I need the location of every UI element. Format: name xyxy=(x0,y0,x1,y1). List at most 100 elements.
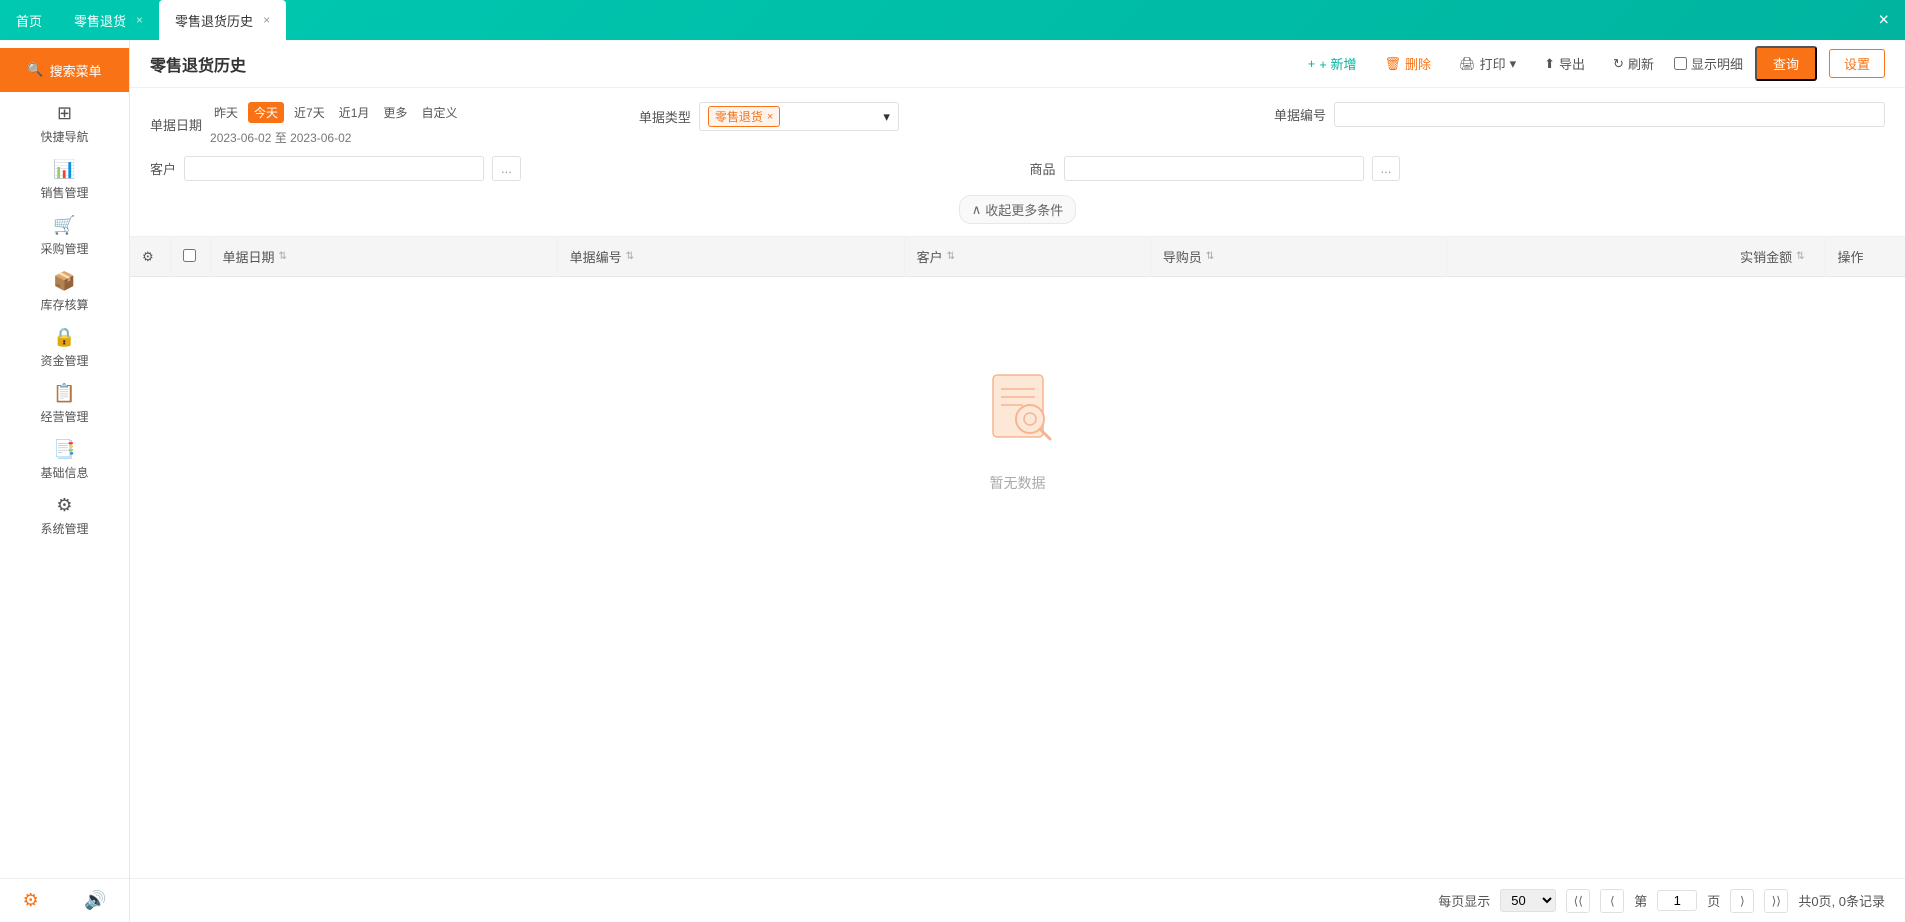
print-dropdown-icon: ▾ xyxy=(1510,56,1517,72)
doc-type-tag: 零售退货 × xyxy=(708,106,780,127)
sidebar-item-basic-info[interactable]: 📑 基础信息 xyxy=(6,434,123,486)
table-header: ⚙ 单据日期 ⇅ 单据编号 xyxy=(130,237,1905,277)
th-actions: 操作 xyxy=(1825,237,1905,277)
search-icon: 🔍 xyxy=(27,62,43,78)
top-bar: 首页 零售退货 × 零售退货历史 × × xyxy=(0,0,1905,40)
page-input[interactable] xyxy=(1657,890,1697,911)
select-all-checkbox[interactable] xyxy=(183,249,196,262)
settings-bottom-icon[interactable]: ⚙ xyxy=(23,890,39,911)
close-tab-retail-return[interactable]: × xyxy=(136,13,143,27)
pagination-bar: 每页显示 20 50 100 ⟨⟨ ⟨ 第 页 ⟩ ⟩⟩ 共0页, 0条记录 xyxy=(130,878,1905,922)
refresh-button[interactable]: ↻ 刷新 xyxy=(1605,50,1662,77)
date-range-text: 2023-06-02 至 2023-06-02 xyxy=(210,129,615,146)
customer-input[interactable] xyxy=(184,156,484,181)
sort-doc-no-icon: ⇅ xyxy=(626,251,634,262)
date-7days[interactable]: 近7天 xyxy=(290,102,329,123)
table-settings-icon[interactable]: ⚙ xyxy=(142,249,154,264)
finance-icon: 🔒 xyxy=(53,327,75,348)
table-area: ⚙ 单据日期 ⇅ 单据编号 xyxy=(130,237,1905,878)
page-header: 零售退货历史 + + 新增 🗑 删除 🖨 打印 ▾ ⬆ 导出 xyxy=(130,40,1905,88)
tab-retail-return[interactable]: 零售退货 × xyxy=(58,0,159,40)
page-first-button[interactable]: ⟨⟨ xyxy=(1566,889,1590,913)
filter-doc-no: 单据编号 xyxy=(1274,102,1885,127)
th-doc-date[interactable]: 单据日期 ⇅ xyxy=(210,237,557,277)
filter-goods: 商品 ... xyxy=(1030,156,1886,181)
filter-dates: 昨天 今天 近7天 近1月 更多 自定义 2023-06-02 至 2023-0… xyxy=(210,102,615,146)
sidebar-item-purchase-mgmt[interactable]: 🛒 采购管理 xyxy=(6,210,123,262)
th-amount[interactable]: 实销金额 ⇅ xyxy=(1447,237,1825,277)
audio-bottom-icon[interactable]: 🔊 xyxy=(84,890,106,911)
page-next-button[interactable]: ⟩ xyxy=(1730,889,1754,913)
show-detail-checkbox[interactable] xyxy=(1674,57,1687,70)
filter-row-2: 客户 ... 商品 ... xyxy=(150,156,1885,181)
sidebar-item-inventory[interactable]: 📦 库存核算 xyxy=(6,266,123,318)
page-label-pre: 第 xyxy=(1634,891,1647,910)
page-size-label: 每页显示 xyxy=(1438,891,1490,910)
doc-type-tag-close[interactable]: × xyxy=(767,111,773,123)
sort-amount-icon: ⇅ xyxy=(1796,251,1804,262)
refresh-icon: ↻ xyxy=(1613,56,1624,72)
th-settings[interactable]: ⚙ xyxy=(130,237,170,277)
sort-doc-date-icon: ⇅ xyxy=(279,251,287,262)
date-1month[interactable]: 近1月 xyxy=(335,102,374,123)
page-title: 零售退货历史 xyxy=(150,52,246,76)
date-today[interactable]: 今天 xyxy=(248,102,284,123)
show-detail-checkbox-label[interactable]: 显示明细 xyxy=(1674,54,1743,73)
export-button[interactable]: ⬆ 导出 xyxy=(1536,50,1593,77)
collapse-row: ∧ 收起更多条件 xyxy=(150,191,1885,228)
empty-text: 暂无数据 xyxy=(990,473,1046,493)
data-table: ⚙ 单据日期 ⇅ 单据编号 xyxy=(130,237,1905,573)
collapse-icon: ∧ xyxy=(972,202,982,218)
goods-input[interactable] xyxy=(1064,156,1364,181)
total-text: 共0页, 0条记录 xyxy=(1798,891,1885,910)
doc-no-input[interactable] xyxy=(1334,102,1885,127)
sidebar-item-sys-mgmt[interactable]: ⚙ 系统管理 xyxy=(6,490,123,542)
empty-state: 暂无数据 xyxy=(130,277,1905,573)
setting-button[interactable]: 设置 xyxy=(1829,49,1885,78)
delete-button[interactable]: 🗑 删除 xyxy=(1377,50,1440,77)
window-close-icon[interactable]: × xyxy=(1878,10,1889,31)
page-last-button[interactable]: ⟩⟩ xyxy=(1764,889,1788,913)
inventory-icon: 📦 xyxy=(53,271,75,292)
filter-customer: 客户 ... xyxy=(150,156,1006,181)
date-yesterday[interactable]: 昨天 xyxy=(210,102,242,123)
sales-icon: 📊 xyxy=(53,159,75,180)
collapse-button[interactable]: ∧ 收起更多条件 xyxy=(959,195,1077,224)
basic-info-icon: 📑 xyxy=(53,439,75,460)
customer-browse-button[interactable]: ... xyxy=(492,156,521,181)
delete-icon: 🗑 xyxy=(1385,56,1402,72)
operations-icon: 📋 xyxy=(53,383,75,404)
th-checkbox[interactable] xyxy=(170,237,210,277)
empty-state-cell: 暂无数据 xyxy=(130,277,1905,574)
export-icon: ⬆ xyxy=(1544,56,1555,72)
doc-no-label: 单据编号 xyxy=(1274,105,1326,124)
filter-row-1: 单据日期 昨天 今天 近7天 近1月 更多 自定义 2023-06-02 至 2… xyxy=(150,102,1885,146)
th-customer[interactable]: 客户 ⇅ xyxy=(904,237,1150,277)
th-guide[interactable]: 导购员 ⇅ xyxy=(1150,237,1447,277)
tab-home[interactable]: 首页 xyxy=(0,0,58,40)
search-menu[interactable]: 🔍 搜索菜单 xyxy=(0,48,129,92)
page-label-post: 页 xyxy=(1707,891,1720,910)
doc-type-dropdown-icon: ▾ xyxy=(883,109,890,125)
print-button[interactable]: 🖨 打印 ▾ xyxy=(1451,50,1524,77)
goods-browse-button[interactable]: ... xyxy=(1372,156,1401,181)
doc-type-select[interactable]: 零售退货 × ▾ xyxy=(699,102,899,131)
sidebar-item-finance[interactable]: 🔒 资金管理 xyxy=(6,322,123,374)
close-tab-retail-return-history[interactable]: × xyxy=(263,13,270,27)
date-more[interactable]: 更多 xyxy=(379,102,411,123)
th-doc-no[interactable]: 单据编号 ⇅ xyxy=(557,237,904,277)
tab-retail-return-history[interactable]: 零售退货历史 × xyxy=(159,0,286,40)
page-size-select[interactable]: 20 50 100 xyxy=(1500,889,1556,912)
toolbar: + + 新增 🗑 删除 🖨 打印 ▾ ⬆ 导出 ↻ xyxy=(1300,46,1885,81)
new-button[interactable]: + + 新增 xyxy=(1300,50,1365,77)
sidebar-item-operations[interactable]: 📋 经营管理 xyxy=(6,378,123,430)
print-icon: 🖨 xyxy=(1459,56,1476,72)
page-prev-button[interactable]: ⟨ xyxy=(1600,889,1624,913)
new-icon: + xyxy=(1308,56,1316,71)
query-button[interactable]: 查询 xyxy=(1755,46,1817,81)
date-custom[interactable]: 自定义 xyxy=(417,102,461,123)
sidebar-item-sales-mgmt[interactable]: 📊 销售管理 xyxy=(6,154,123,206)
table-body: 暂无数据 xyxy=(130,277,1905,574)
sidebar-item-quick-nav[interactable]: ⊞ 快捷导航 xyxy=(6,98,123,150)
sort-customer-icon: ⇅ xyxy=(947,251,955,262)
